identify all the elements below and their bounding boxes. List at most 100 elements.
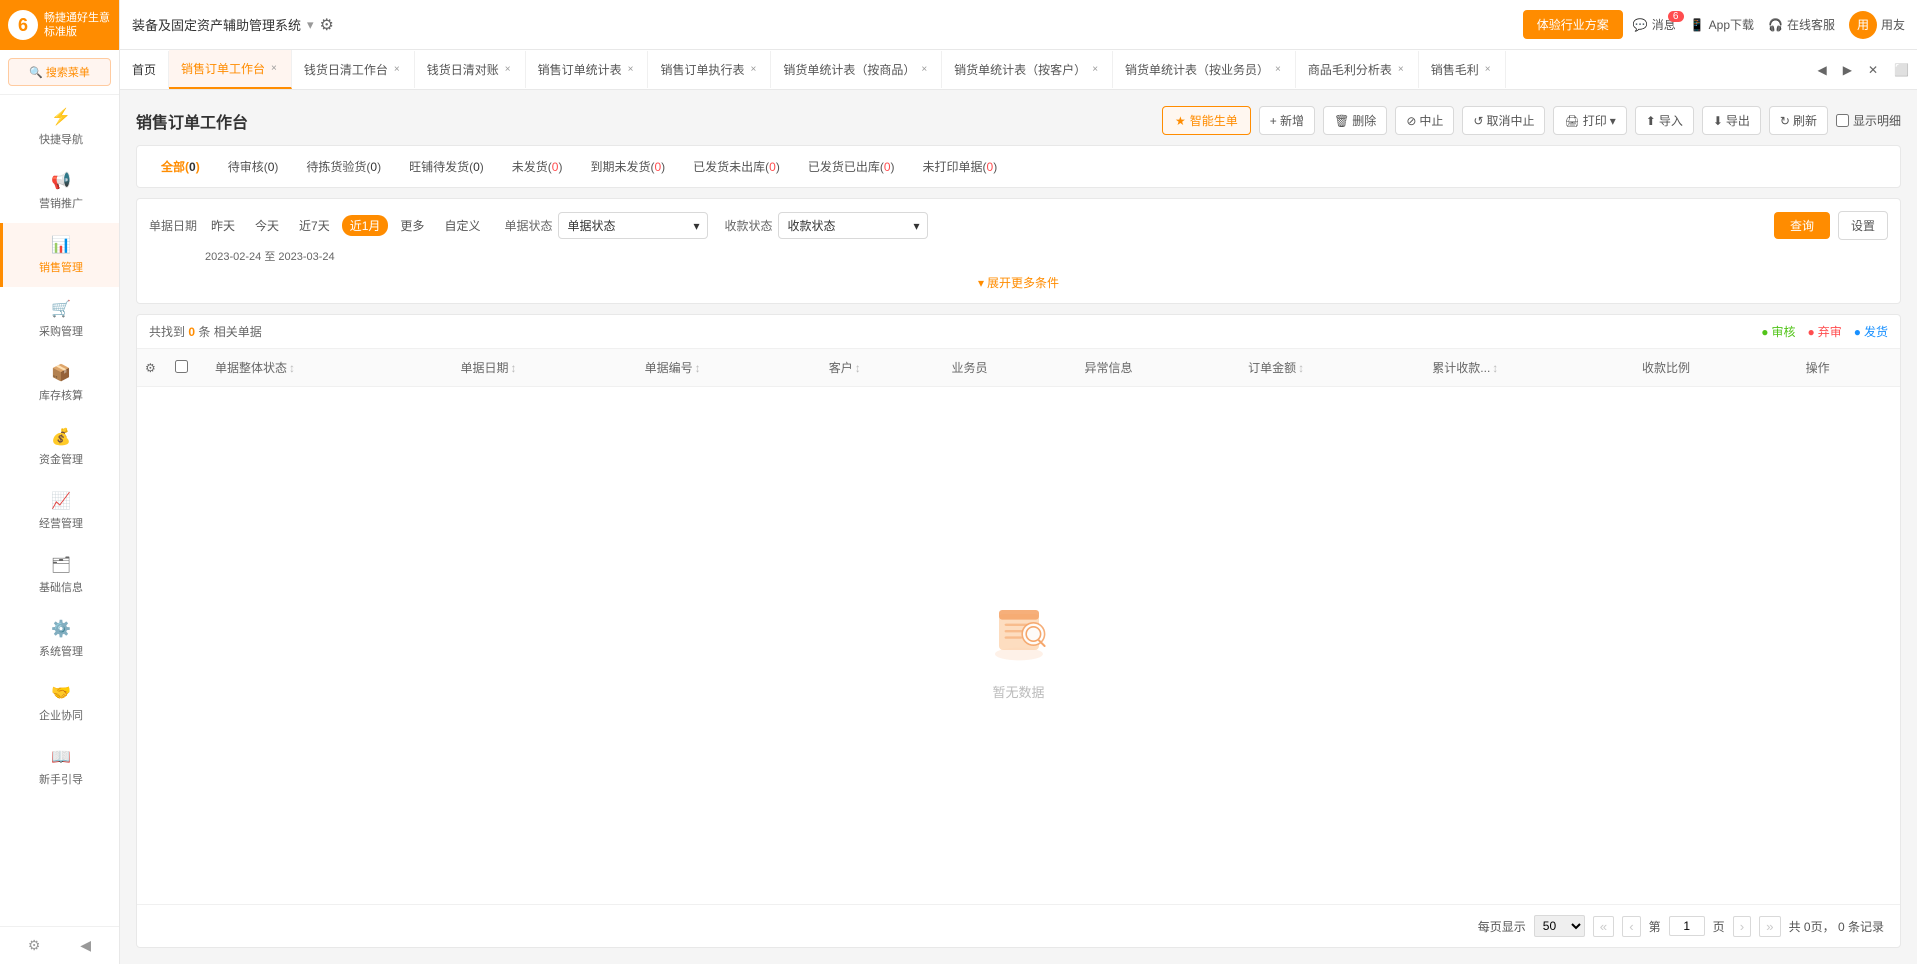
first-page-btn[interactable]: « (1593, 916, 1614, 937)
topbar-support[interactable]: 🎧在线客服 (1768, 16, 1835, 33)
support-label: 在线客服 (1787, 16, 1835, 33)
print-button[interactable]: 🖨 打印 ▾ (1553, 106, 1626, 135)
tab-close-gross_profit[interactable]: × (1396, 63, 1406, 76)
tab-home[interactable]: 首页 (120, 51, 169, 88)
expand-more-btn[interactable]: ▾ 展开更多条件 (978, 274, 1059, 291)
refresh-button[interactable]: ↻ 刷新 (1769, 106, 1828, 135)
tab-sales_exec[interactable]: 销售订单执行表 × (648, 51, 771, 88)
filter-tab-not_printed[interactable]: 未打印单据(0) (911, 154, 1010, 179)
show-detail-checkbox[interactable]: 显示明细 (1836, 112, 1901, 129)
date-btn-昨天[interactable]: 昨天 (203, 215, 243, 236)
page-size-select[interactable]: 50 10 20 100 (1534, 915, 1585, 937)
query-button[interactable]: 查询 (1774, 212, 1830, 239)
tab-close-all[interactable]: ✕ (1860, 53, 1886, 87)
tab-close-sales_stat_product[interactable]: × (919, 63, 929, 76)
tab-scroll-left[interactable]: ◀ (1810, 53, 1835, 87)
last-page-btn[interactable]: » (1759, 916, 1780, 937)
topbar-app[interactable]: 📱App下载 (1690, 16, 1754, 33)
tab-close-sales_stat_staff[interactable]: × (1273, 63, 1283, 76)
import-button[interactable]: ⬆ 导入 (1635, 106, 1694, 135)
system-title: 装备及固定资产辅助管理系统 (132, 15, 301, 34)
tab-close-sales_workbench[interactable]: × (269, 62, 279, 75)
collapse-icon[interactable]: ◀ (80, 937, 91, 954)
tab-cash_reconcile[interactable]: 钱货日清对账× (415, 51, 526, 88)
export-button[interactable]: ⬇ 导出 (1702, 106, 1761, 135)
pagination: 每页显示 50 10 20 100 « ‹ 第 页 › » 共 0页， 0 (137, 904, 1900, 947)
show-detail-input[interactable] (1836, 114, 1849, 127)
tab-sales_gross[interactable]: 销售毛利× (1419, 51, 1506, 88)
topbar-settings-icon[interactable]: ⚙ (320, 15, 334, 35)
sidebar-item-finance[interactable]: 💰 资金管理 (0, 415, 119, 479)
stop-button[interactable]: ⊘ 中止 (1395, 106, 1454, 135)
filter-tab-not_shipped[interactable]: 未发货(0) (500, 154, 575, 179)
prev-page-btn[interactable]: ‹ (1622, 916, 1640, 937)
tab-sales_stat_staff[interactable]: 销货单统计表（按业务员）× (1113, 51, 1296, 88)
sidebar-item-sales[interactable]: 📊 销售管理 (0, 223, 119, 287)
date-btn-近1月[interactable]: 近1月 (342, 215, 389, 236)
th-customer: 客户↕ (821, 349, 944, 387)
sidebar-item-label: 采购管理 (39, 323, 83, 339)
table-action-reject[interactable]: ●弃审 (1807, 323, 1841, 340)
tab-scroll-right[interactable]: ▶ (1835, 53, 1860, 87)
tab-close-sales_stat_customer[interactable]: × (1090, 63, 1100, 76)
settings-bottom-icon[interactable]: ⚙ (28, 937, 41, 954)
tab-sales_stat_customer[interactable]: 销货单统计表（按客户） × (942, 51, 1113, 88)
tab-sales_stat[interactable]: 销售订单统计表× (526, 51, 649, 88)
column-settings-icon[interactable]: ⚙ (145, 361, 156, 375)
date-btn-自定义[interactable]: 自定义 (436, 215, 488, 236)
filter-tab-all[interactable]: 全部(0) (149, 154, 212, 179)
purchase-icon: 🛒 (51, 299, 71, 319)
date-btn-今天[interactable]: 今天 (247, 215, 287, 236)
select-all-checkbox[interactable] (175, 360, 188, 373)
sidebar-item-guide[interactable]: 📖 新手引导 (0, 735, 119, 799)
status-select[interactable]: 单据状态 ▾ (558, 212, 708, 239)
delete-button[interactable]: 🗑 删除 (1323, 106, 1387, 135)
table-action-approve[interactable]: ●审核 (1761, 323, 1795, 340)
industry-btn[interactable]: 体验行业方案 (1523, 10, 1623, 39)
tab-close-sales_exec[interactable]: × (748, 63, 758, 76)
tab-sales_workbench[interactable]: 销售订单工作台× (169, 50, 292, 89)
topbar-messages[interactable]: 💬6消息 (1633, 16, 1676, 33)
tab-gross_profit[interactable]: 商品毛利分析表× (1296, 51, 1419, 88)
setting-button[interactable]: 设置 (1838, 211, 1888, 240)
sidebar-item-inventory[interactable]: 📦 库存核算 (0, 351, 119, 415)
page-number-input[interactable] (1669, 916, 1705, 936)
filter-tab-shipped_out[interactable]: 已发货已出库(0) (796, 154, 907, 179)
sidebar-item-operations[interactable]: 📈 经营管理 (0, 479, 119, 543)
sidebar-item-basic[interactable]: 🗂 基础信息 (0, 543, 119, 607)
cancel-stop-button[interactable]: ↺ 取消中止 (1462, 106, 1545, 135)
user-label: 用友 (1881, 16, 1905, 33)
date-btn-更多[interactable]: 更多 (392, 215, 432, 236)
smart-order-button[interactable]: ★ 智能生单 (1162, 106, 1251, 135)
table-action-ship[interactable]: ●发货 (1854, 323, 1888, 340)
filter-tab-pending_inspect[interactable]: 待拣货验货(0) (294, 154, 393, 179)
ship-dot-icon: ● (1854, 325, 1861, 339)
tab-cash_daily[interactable]: 钱货日清工作台× (292, 51, 415, 88)
filter-tab-pending_review[interactable]: 待审核(0) (216, 154, 291, 179)
tab-maximize[interactable]: ⬜ (1886, 53, 1917, 87)
sidebar-item-cooperation[interactable]: 🤝 企业协同 (0, 671, 119, 735)
marketing-icon: 📢 (51, 171, 71, 191)
payment-select[interactable]: 收款状态 ▾ (778, 212, 928, 239)
search-menu-button[interactable]: 🔍 搜索菜单 (8, 58, 111, 86)
tab-close-sales_stat[interactable]: × (626, 63, 636, 76)
next-page-btn[interactable]: › (1733, 916, 1751, 937)
filter-tab-label: 到期未发货(0) (590, 160, 665, 174)
tab-label-sales_stat_customer: 销货单统计表（按客户） (954, 61, 1086, 78)
sidebar-item-system[interactable]: ⚙️ 系统管理 (0, 607, 119, 671)
tab-label-sales_exec: 销售订单执行表 (660, 61, 744, 78)
sidebar-item-purchase[interactable]: 🛒 采购管理 (0, 287, 119, 351)
tab-close-sales_gross[interactable]: × (1483, 63, 1493, 76)
filter-tab-wangpu_pending[interactable]: 旺铺待发货(0) (397, 154, 496, 179)
date-btn-近7天[interactable]: 近7天 (291, 215, 338, 236)
filter-tab-overdue_not_shipped[interactable]: 到期未发货(0) (578, 154, 677, 179)
sidebar-item-marketing[interactable]: 📢 营销推广 (0, 159, 119, 223)
add-button[interactable]: + 新增 (1259, 106, 1315, 135)
tab-sales_stat_product[interactable]: 销货单统计表（按商品）× (771, 51, 942, 88)
tab-close-cash_daily[interactable]: × (392, 63, 402, 76)
title-dropdown-icon[interactable]: ▾ (307, 17, 314, 33)
filter-tab-shipped_not_out[interactable]: 已发货未出库(0) (681, 154, 792, 179)
sidebar-item-quick[interactable]: ⚡ 快捷导航 (0, 95, 119, 159)
tab-close-cash_reconcile[interactable]: × (503, 63, 513, 76)
topbar-user[interactable]: 用用友 (1849, 11, 1905, 39)
